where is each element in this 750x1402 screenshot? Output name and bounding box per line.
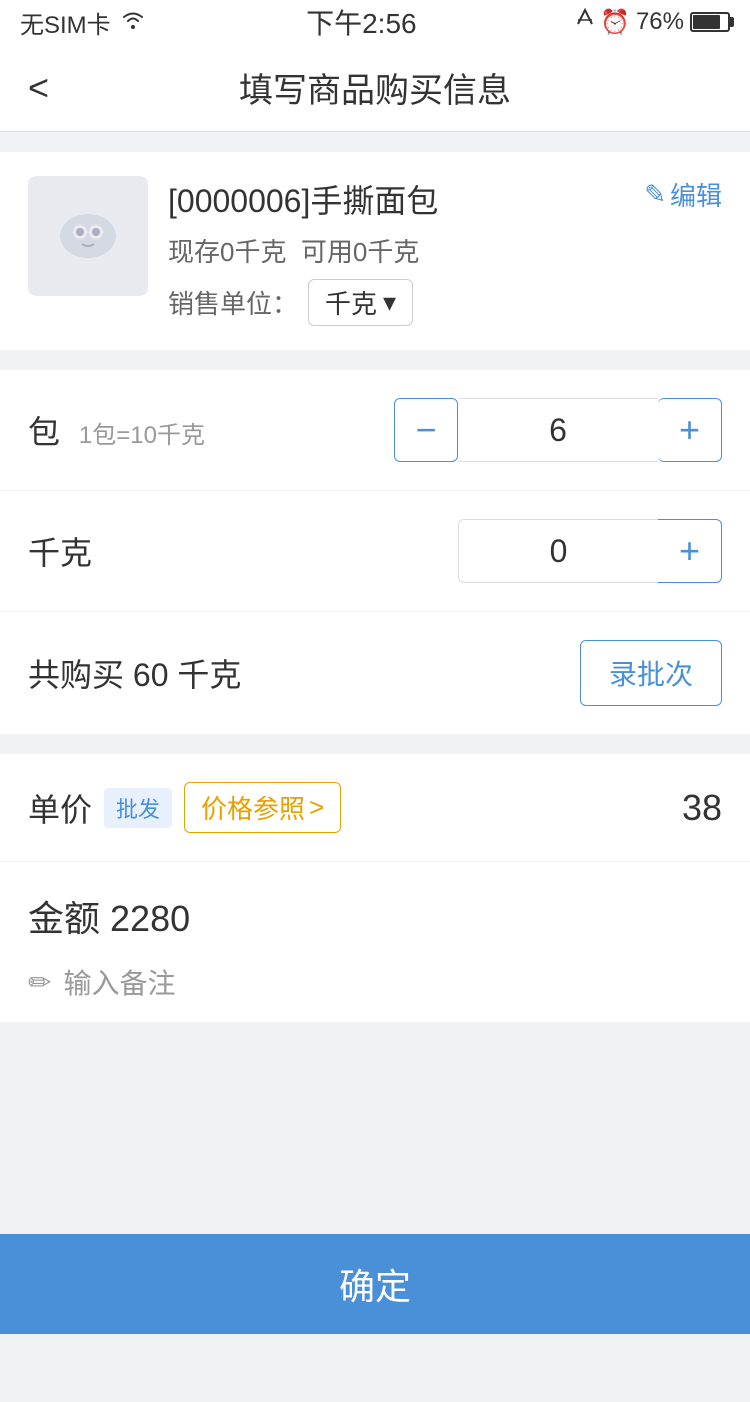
edit-button[interactable]: ✎ 编辑 xyxy=(644,176,722,213)
product-unit-row: 销售单位： 千克 ▾ xyxy=(168,279,722,326)
carrier-label: 无SIM卡 xyxy=(20,5,111,40)
status-left: 无SIM卡 xyxy=(20,5,147,40)
total-row: 共购买 60 千克 录批次 xyxy=(0,612,750,734)
bao-minus-button[interactable]: − xyxy=(394,398,458,462)
back-button[interactable]: < xyxy=(28,67,49,109)
edit-icon: ✎ xyxy=(644,179,666,210)
kg-row: 千克 + xyxy=(0,491,750,612)
product-card: [0000006]手撕面包 现存0千克 可用0千克 销售单位： 千克 ▾ ✎ 编… xyxy=(0,152,750,350)
price-value: 38 xyxy=(682,787,722,829)
bao-row: 包 1包=10千克 − + xyxy=(0,370,750,491)
note-row[interactable]: ✏ 输入备注 xyxy=(28,962,722,1002)
nav-bar: < 填写商品购买信息 xyxy=(0,44,750,132)
batch-button[interactable]: 录批次 xyxy=(580,640,722,706)
bao-quantity-input[interactable] xyxy=(458,398,658,462)
empty-space xyxy=(0,1022,750,1402)
price-reference-button[interactable]: 价格参照 > xyxy=(184,782,341,833)
price-section: 单价 批发 价格参照 > 38 xyxy=(0,754,750,862)
product-info: [0000006]手撕面包 现存0千克 可用0千克 销售单位： 千克 ▾ xyxy=(168,176,722,326)
bao-label: 包 1包=10千克 xyxy=(28,407,394,453)
amount-section: 金额 2280 ✏ 输入备注 xyxy=(0,862,750,1022)
price-tag: 批发 xyxy=(104,788,172,828)
kg-label: 千克 xyxy=(28,528,458,574)
note-placeholder[interactable]: 输入备注 xyxy=(63,962,175,1002)
bao-plus-button[interactable]: + xyxy=(658,398,722,462)
chevron-down-icon: ▾ xyxy=(383,287,396,318)
pencil-icon: ✏ xyxy=(28,966,51,999)
bao-hint: 1包=10千克 xyxy=(79,422,205,449)
product-stock: 现存0千克 可用0千克 xyxy=(168,232,722,269)
product-name: [0000006]手撕面包 xyxy=(168,176,722,222)
bao-controls: − + xyxy=(394,398,722,462)
price-label: 单价 xyxy=(28,785,92,831)
price-row: 单价 批发 价格参照 > 38 xyxy=(28,782,722,833)
page-title: 填写商品购买信息 xyxy=(239,63,511,112)
price-left: 单价 批发 价格参照 > xyxy=(28,782,341,833)
unit-select[interactable]: 千克 ▾ xyxy=(308,279,413,326)
battery-percent: 76% xyxy=(636,8,684,36)
kg-plus-button[interactable]: + xyxy=(658,519,722,583)
battery-icon xyxy=(690,12,730,32)
amount-row: 金额 2280 xyxy=(28,890,722,942)
total-text: 共购买 60 千克 xyxy=(28,650,241,696)
status-bar: 无SIM卡 下午2:56 ⏰ 76% xyxy=(0,0,750,44)
chevron-right-icon: > xyxy=(309,792,324,823)
kg-controls: + xyxy=(458,519,722,583)
product-image xyxy=(28,176,148,296)
time-display: 下午2:56 xyxy=(306,2,417,42)
confirm-button[interactable]: 确定 xyxy=(0,1234,750,1334)
wifi-icon xyxy=(119,8,147,37)
kg-quantity-input[interactable] xyxy=(458,519,658,583)
alarm-icon: ⏰ xyxy=(600,8,630,37)
status-right: ⏰ 76% xyxy=(576,8,730,37)
quantity-section: 包 1包=10千克 − + 千克 + 共购买 60 千克 录批次 xyxy=(0,370,750,734)
location-icon xyxy=(576,8,594,37)
